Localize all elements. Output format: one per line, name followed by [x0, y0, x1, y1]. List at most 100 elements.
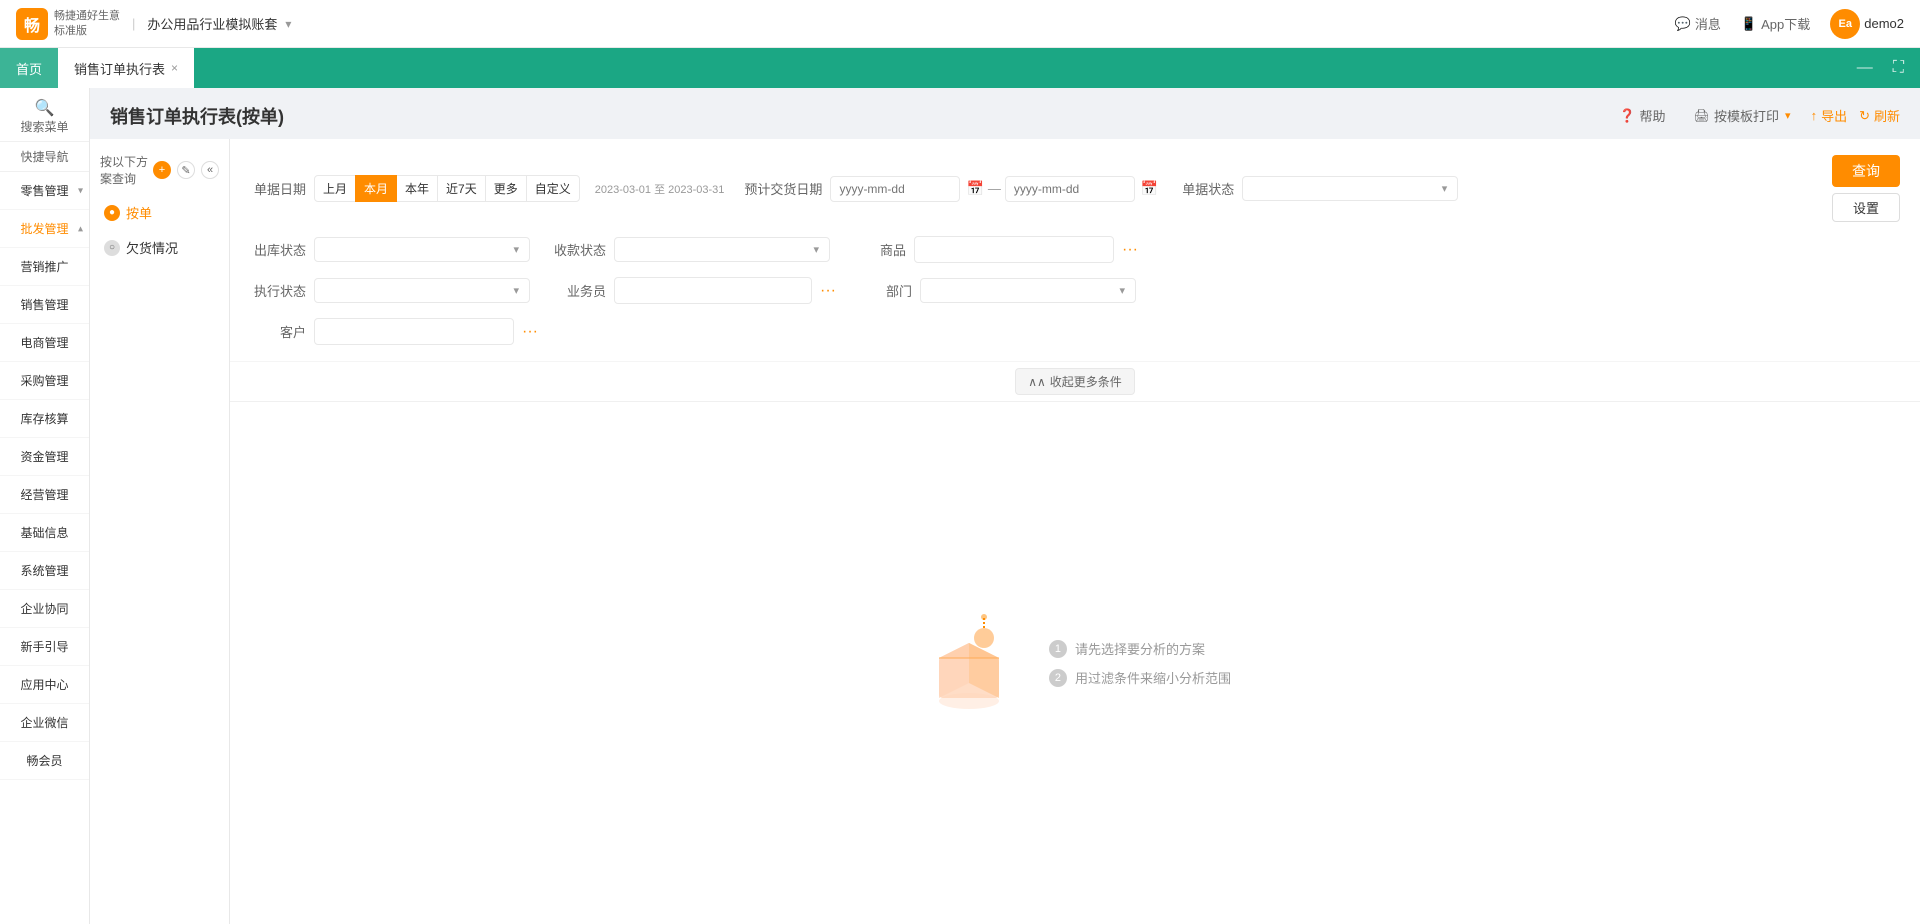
sidebar-item-guide[interactable]: 新手引导 — [0, 628, 89, 666]
sidebar-item-appstore[interactable]: 应用中心 — [0, 666, 89, 704]
edit-scheme-btn[interactable]: ✎ — [177, 161, 195, 179]
print-dropdown-icon[interactable]: ▾ — [1785, 109, 1791, 122]
tip-num-2: 2 — [1049, 669, 1067, 687]
date-btn-thisyear[interactable]: 本年 — [396, 175, 438, 202]
filter-receive: 收款状态 ▾ — [550, 237, 830, 262]
receive-select[interactable]: ▾ — [614, 237, 830, 262]
date-btn-custom[interactable]: 自定义 — [526, 175, 580, 202]
exec-label: 执行状态 — [250, 281, 306, 300]
sidebar-item-retail[interactable]: 零售管理 ▾ — [0, 172, 89, 210]
export-btn[interactable]: ↑ 导出 — [1811, 106, 1848, 125]
predict-date-end[interactable] — [1005, 176, 1135, 202]
goods-dots-btn[interactable]: ··· — [1122, 241, 1138, 259]
receive-arrow: ▾ — [813, 243, 819, 256]
dept-label: 部门 — [856, 281, 912, 300]
header-right: 💬 消息 📱 App下载 Ea demo2 — [1675, 9, 1904, 39]
sidebar-item-wholesale[interactable]: 批发管理 ▴ — [0, 210, 89, 248]
sidebar-item-system[interactable]: 系统管理 — [0, 552, 89, 590]
scheme-item-order[interactable]: ● 按单 — [90, 195, 229, 230]
tab-maximize-icon[interactable]: ⛶ — [1889, 55, 1908, 81]
sidebar-item-inventory[interactable]: 库存核算 — [0, 400, 89, 438]
predict-date-start[interactable] — [830, 176, 960, 202]
date-btn-thismonth[interactable]: 本月 — [355, 175, 397, 202]
calendar-start-icon[interactable]: 📅 — [966, 180, 983, 197]
sidebar-item-member[interactable]: 畅会员 — [0, 742, 89, 780]
salesman-dots-btn[interactable]: ··· — [820, 282, 836, 300]
breadcrumb-separator: | — [132, 16, 135, 31]
date-btn-more[interactable]: 更多 — [485, 175, 527, 202]
page-title: 销售订单执行表(按单) — [110, 103, 284, 129]
page-title-bar: 销售订单执行表(按单) ❓ 帮助 🖨 按模板打印 ▾ ↑ 导出 ↻ 刷新 — [90, 88, 1920, 139]
out-stock-select[interactable]: ▾ — [314, 237, 530, 262]
sidebar-item-finance[interactable]: 资金管理 — [0, 438, 89, 476]
app-download-action[interactable]: 📱 App下载 — [1741, 14, 1810, 33]
sidebar-item-marketing[interactable]: 营销推广 — [0, 248, 89, 286]
filter-row-4: 客户 ··· — [250, 318, 1900, 345]
salesman-input[interactable] — [614, 277, 812, 304]
doc-status-label: 单据状态 — [1178, 179, 1234, 198]
empty-tips: 1 请先选择要分析的方案 2 用过滤条件来缩小分析范围 — [1049, 639, 1231, 687]
predict-date-label: 预计交货日期 — [744, 179, 822, 198]
filter-area: 单据日期 上月 本月 本年 近7天 更多 自定义 2023-03-01 至 20… — [230, 139, 1920, 361]
tab-minimize-icon[interactable]: — — [1853, 55, 1877, 81]
tab-home[interactable]: 首页 — [0, 48, 58, 88]
user-area[interactable]: Ea demo2 — [1830, 9, 1904, 39]
sidebar-item-basic-info[interactable]: 基础信息 — [0, 514, 89, 552]
sidebar-item-purchase[interactable]: 采购管理 — [0, 362, 89, 400]
scheme-dot-gray: ○ — [104, 240, 120, 256]
filter-date: 单据日期 上月 本月 本年 近7天 更多 自定义 2023-03-01 至 20… — [250, 175, 724, 202]
goods-input[interactable] — [914, 236, 1114, 263]
filter-goods: 商品 ··· — [850, 236, 1138, 263]
exec-select[interactable]: ▾ — [314, 278, 530, 303]
print-btn[interactable]: 🖨 按模板打印 ▾ — [1686, 102, 1799, 129]
breadcrumb: 办公用品行业模拟账套 — [147, 14, 277, 33]
tab-sales-order[interactable]: 销售订单执行表 × — [58, 48, 194, 88]
salesman-label: 业务员 — [550, 281, 606, 300]
customer-dots-btn[interactable]: ··· — [522, 323, 538, 341]
dept-select[interactable]: ▾ — [920, 278, 1136, 303]
left-panel: 按以下方案查询 + ✎ « ● 按单 ○ 欠货情况 — [90, 139, 230, 924]
scheme-dot: ● — [104, 205, 120, 221]
search-icon: 🔍 — [8, 98, 81, 118]
calendar-end-icon[interactable]: 📅 — [1141, 180, 1158, 197]
filter-row-3: 执行状态 ▾ 业务员 ··· 部门 — [250, 277, 1900, 304]
filter-row-1: 单据日期 上月 本月 本年 近7天 更多 自定义 2023-03-01 至 20… — [250, 155, 1900, 222]
scheme-item-backorder[interactable]: ○ 欠货情况 — [90, 230, 229, 265]
filter-dept: 部门 ▾ — [856, 278, 1136, 303]
add-scheme-btn[interactable]: + — [153, 161, 171, 179]
date-btn-lastmonth[interactable]: 上月 — [314, 175, 356, 202]
header-left: 畅 畅捷通好生意 标准版 | 办公用品行业模拟账套 ▾ — [16, 8, 291, 40]
empty-state: 1 请先选择要分析的方案 2 用过滤条件来缩小分析范围 — [230, 402, 1920, 924]
help-btn[interactable]: ❓ 帮助 — [1611, 102, 1673, 129]
collapse-btn[interactable]: ∧∧ 收起更多条件 — [1015, 368, 1135, 395]
tab-close-icon[interactable]: × — [171, 61, 178, 75]
sidebar-search[interactable]: 🔍 搜索菜单 — [0, 88, 89, 142]
sidebar-item-collab[interactable]: 企业协同 — [0, 590, 89, 628]
sidebar-quicknav[interactable]: 快捷导航 — [0, 142, 89, 172]
print-icon: 🖨 — [1694, 108, 1711, 124]
doc-status-select[interactable]: ▾ — [1242, 176, 1458, 201]
customer-input[interactable] — [314, 318, 514, 345]
collapse-bar[interactable]: ∧∧ 收起更多条件 — [230, 361, 1920, 401]
breadcrumb-dropdown[interactable]: ▾ — [285, 17, 291, 31]
sidebar-item-sales[interactable]: 销售管理 — [0, 286, 89, 324]
message-action[interactable]: 💬 消息 — [1675, 14, 1721, 33]
out-stock-arrow: ▾ — [513, 243, 519, 256]
date-btn-7days[interactable]: 近7天 — [437, 175, 486, 202]
goods-label: 商品 — [850, 240, 906, 259]
collapse-panel-btn[interactable]: « — [201, 161, 219, 179]
left-panel-header: 按以下方案查询 + ✎ « — [90, 149, 229, 195]
sidebar-item-wechat[interactable]: 企业微信 — [0, 704, 89, 742]
query-button[interactable]: 查询 — [1832, 155, 1900, 187]
refresh-btn[interactable]: ↻ 刷新 — [1859, 106, 1900, 125]
doc-status-arrow: ▾ — [1442, 182, 1448, 195]
settings-button[interactable]: 设置 — [1832, 193, 1900, 222]
exec-arrow: ▾ — [513, 284, 519, 297]
dept-arrow: ▾ — [1119, 284, 1125, 297]
logo-icon: 畅 — [16, 8, 48, 40]
sidebar-item-operations[interactable]: 经营管理 — [0, 476, 89, 514]
refresh-icon: ↻ — [1859, 108, 1870, 124]
receive-label: 收款状态 — [550, 240, 606, 259]
sidebar-item-ecommerce[interactable]: 电商管理 — [0, 324, 89, 362]
filter-out-stock: 出库状态 ▾ — [250, 237, 530, 262]
